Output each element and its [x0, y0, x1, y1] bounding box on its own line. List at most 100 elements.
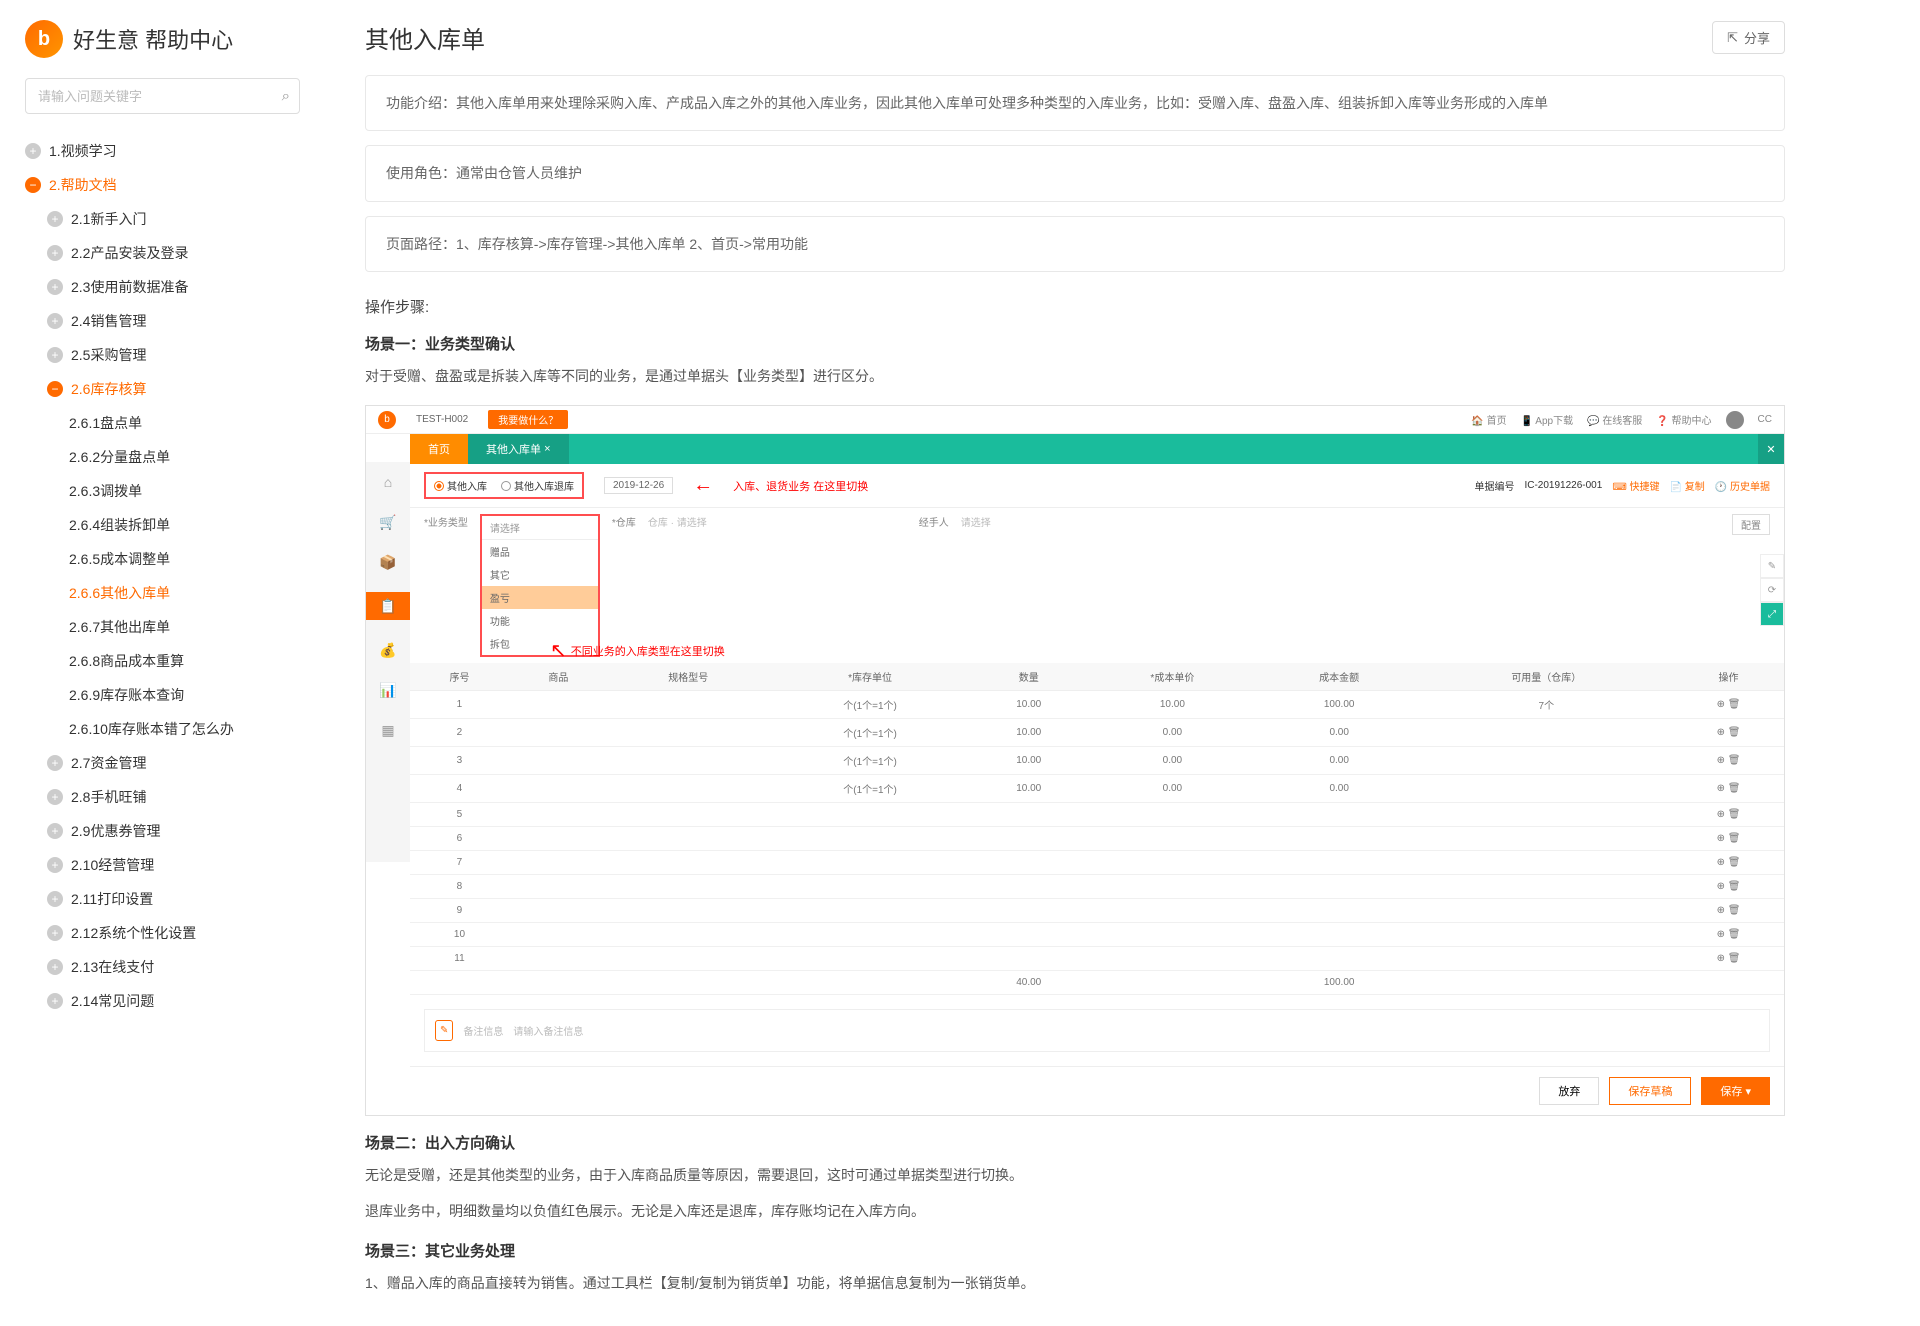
nav-2-9[interactable]: +2.9优惠券管理 — [25, 814, 300, 848]
nav-2-6-7[interactable]: 2.6.7其他出库单 — [25, 610, 300, 644]
brand-title: 好生意 帮助中心 — [73, 23, 233, 55]
nav-2-3[interactable]: +2.3使用前数据准备 — [25, 270, 300, 304]
scene1-text: 对于受赠、盘盈或是拆装入库等不同的业务，是通过单据头【业务类型】进行区分。 — [365, 364, 1785, 389]
nav-2-6-8[interactable]: 2.6.8商品成本重算 — [25, 644, 300, 678]
ss-link-help: ❓ 帮助中心 — [1656, 412, 1711, 427]
box-icon: 📦 — [378, 552, 398, 572]
grid-icon: ▦ — [378, 720, 398, 740]
ss-quick-history: 🕐 历史单据 — [1715, 478, 1770, 493]
main-content: 其他入库单 ⇱分享 功能介绍：其他入库单用来处理除采购入库、产成品入库之外的其他… — [325, 0, 1825, 1326]
nav-2-13[interactable]: +2.13在线支付 — [25, 950, 300, 984]
tool-icon: ⤢ — [1760, 602, 1784, 626]
nav-2-6-9[interactable]: 2.6.9库存账本查询 — [25, 678, 300, 712]
nav-2-6-4[interactable]: 2.6.4组装拆卸单 — [25, 508, 300, 542]
nav: +1.视频学习 −2.帮助文档 +2.1新手入门 +2.2产品安装及登录 +2.… — [25, 134, 300, 1018]
tool-icon: ✎ — [1760, 554, 1784, 578]
ss-side-icons: ⌂ 🛒 📦 📋 💰 📊 ▦ — [366, 462, 410, 862]
minus-icon: − — [25, 177, 41, 193]
nav-2-12[interactable]: +2.12系统个性化设置 — [25, 916, 300, 950]
nav-docs[interactable]: −2.帮助文档 — [25, 168, 300, 202]
nav-2-6[interactable]: −2.6库存核算 — [25, 372, 300, 406]
table-total-row: 40.00 100.00 — [410, 971, 1784, 995]
nav-2-1[interactable]: +2.1新手入门 — [25, 202, 300, 236]
ss-quick-keys: ⌨ 快捷键 — [1612, 478, 1659, 493]
ss-link-app: 📱 App下载 — [1521, 412, 1573, 427]
remark-placeholder: 请输入备注信息 — [513, 1023, 583, 1038]
nav-2-8[interactable]: +2.8手机旺铺 — [25, 780, 300, 814]
search-input[interactable] — [25, 78, 300, 114]
ss-avatar — [1726, 411, 1744, 429]
nav-2-6-1[interactable]: 2.6.1盘点单 — [25, 406, 300, 440]
ss-handler-value: 请选择 — [961, 514, 991, 529]
tool-icon: ⟳ — [1760, 578, 1784, 602]
share-button[interactable]: ⇱分享 — [1712, 21, 1785, 54]
plus-icon: + — [25, 143, 41, 159]
ss-type-radio-group: 其他入库 其他入库退库 — [424, 472, 584, 499]
arrow-icon: ↖ — [550, 638, 567, 663]
nav-2-2[interactable]: +2.2产品安装及登录 — [25, 236, 300, 270]
th: 数量 — [971, 663, 1085, 691]
plus-icon: + — [47, 789, 63, 805]
path-box: 页面路径：1、库存核算->库存管理->其他入库单 2、首页->常用功能 — [365, 216, 1785, 272]
scene1-title: 场景一：业务类型确认 — [365, 333, 1785, 354]
ss-orderno-label: 单据编号 — [1474, 478, 1514, 493]
nav-2-11[interactable]: +2.11打印设置 — [25, 882, 300, 916]
arrow-icon: ← — [693, 474, 713, 497]
nav-2-6-10[interactable]: 2.6.10库存账本错了怎么办 — [25, 712, 300, 746]
table-row: 5⊕ 🗑 — [410, 803, 1784, 827]
nav-2-5[interactable]: +2.5采购管理 — [25, 338, 300, 372]
table-row: 7⊕ 🗑 — [410, 851, 1784, 875]
plus-icon: + — [47, 993, 63, 1009]
nav-2-6-3[interactable]: 2.6.3调拨单 — [25, 474, 300, 508]
nav-2-10[interactable]: +2.10经营管理 — [25, 848, 300, 882]
table-row: 4个(1个=1个)10.000.000.00⊕ 🗑 — [410, 775, 1784, 803]
th: 商品 — [509, 663, 608, 691]
ss-user: CC — [1758, 414, 1772, 425]
logo-row: b 好生意 帮助中心 — [25, 20, 300, 58]
plus-icon: + — [47, 925, 63, 941]
plus-icon: + — [47, 211, 63, 227]
ss-link-service: 💬 在线客服 — [1587, 412, 1642, 427]
search-wrap: ⌕ — [25, 78, 300, 114]
ss-filter-wh: *仓库 — [612, 514, 636, 529]
chart-icon: 📊 — [378, 680, 398, 700]
ss-right-tools: ✎ ⟳ ⤢ — [1760, 554, 1784, 626]
ss-quick-copy: 📄 复制 — [1670, 478, 1705, 493]
scene2-title: 场景二：出入方向确认 — [365, 1132, 1785, 1153]
ss-date: 2019-12-26 — [604, 477, 673, 494]
ss-tab-home: 首页 — [410, 434, 468, 464]
ss-link-home: 🏠 首页 — [1471, 412, 1506, 427]
logo-icon: b — [25, 20, 63, 58]
nav-2-4[interactable]: +2.4销售管理 — [25, 304, 300, 338]
ss-remark: ✎ 备注信息 请输入备注信息 — [424, 1009, 1770, 1052]
cart-icon: 🛒 — [378, 512, 398, 532]
ss-radio-return: 其他入库退库 — [501, 478, 574, 493]
table-row: 9⊕ 🗑 — [410, 899, 1784, 923]
ss-biztype-dropdown: 请选择 赠品 其它 盈亏 功能 拆包 — [480, 514, 600, 657]
nav-2-6-6[interactable]: 2.6.6其他入库单 — [25, 576, 300, 610]
search-icon[interactable]: ⌕ — [282, 88, 290, 105]
table-row: 1个(1个=1个)10.0010.00100.007个⊕ 🗑 — [410, 691, 1784, 719]
scene3-text: 1、赠品入库的商品直接转为销售。通过工具栏【复制/复制为销货单】功能，将单据信息… — [365, 1271, 1785, 1296]
ss-body: ⌂ 🛒 📦 📋 💰 📊 ▦ 首页 其他入库单 × ✕ — [366, 434, 1784, 1115]
nav-2-6-5[interactable]: 2.6.5成本调整单 — [25, 542, 300, 576]
ss-footer: 放弃 保存草稿 保存 ▾ — [410, 1066, 1784, 1115]
nav-videos[interactable]: +1.视频学习 — [25, 134, 300, 168]
minus-icon: − — [47, 381, 63, 397]
nav-2-6-2[interactable]: 2.6.2分量盘点单 — [25, 440, 300, 474]
total-qty: 40.00 — [971, 971, 1085, 995]
remark-label: 备注信息 — [463, 1023, 503, 1038]
table-row: 11⊕ 🗑 — [410, 947, 1784, 971]
content: 操作步骤: 场景一：业务类型确认 对于受赠、盘盈或是拆装入库等不同的业务，是通过… — [365, 296, 1785, 1296]
steps-label: 操作步骤: — [365, 296, 1785, 317]
ss-dd-item: 其它 — [482, 563, 598, 586]
header-row: 其他入库单 ⇱分享 — [365, 20, 1785, 55]
nav-2-14[interactable]: +2.14常见问题 — [25, 984, 300, 1018]
remark-icon: ✎ — [435, 1020, 453, 1041]
nav-2-7[interactable]: +2.7资金管理 — [25, 746, 300, 780]
money-icon: 💰 — [378, 640, 398, 660]
ss-wh-value: 仓库 · 请选择 — [648, 514, 707, 529]
table-header-row: 序号 商品 规格型号 *库存单位 数量 *成本单价 成本金额 可用量（仓库） 操… — [410, 663, 1784, 691]
total-amt: 100.00 — [1259, 971, 1420, 995]
plus-icon: + — [47, 313, 63, 329]
